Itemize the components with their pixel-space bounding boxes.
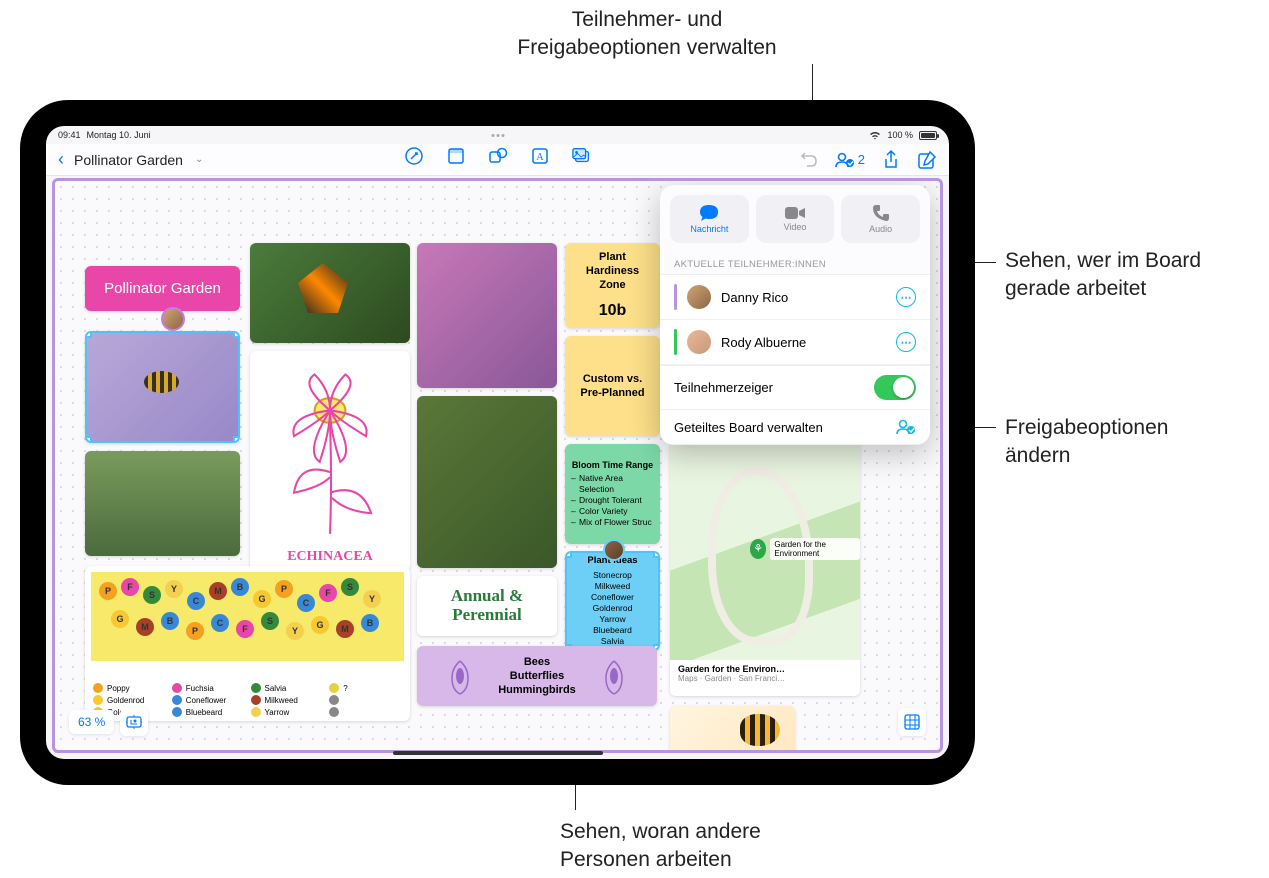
participant-name: Rody Albuerne xyxy=(721,335,806,350)
sketch-echinacea[interactable]: ECHINACEA xyxy=(250,351,410,571)
note-plant-ideas[interactable]: Plant Ideas StonecropMilkweedConeflowerG… xyxy=(565,551,660,651)
popover-audio-button[interactable]: Audio xyxy=(841,195,920,243)
board-title-card[interactable]: Pollinator Garden xyxy=(85,266,240,311)
legend-item: Milkweed xyxy=(251,695,324,705)
popover-section-header: AKTUELLE TEILNEHMER:INNEN xyxy=(660,253,930,274)
status-bar: 09:41 Montag 10. Juni 100 % xyxy=(46,126,949,144)
sketch-label: ECHINACEA xyxy=(250,549,410,565)
popover-message-button[interactable]: Nachricht xyxy=(670,195,749,243)
annotation-cursor: Sehen, woran andere Personen arbeiten xyxy=(560,818,761,875)
freeform-canvas[interactable]: Pollinator Garden EC xyxy=(52,178,943,753)
photo-butterfly[interactable] xyxy=(250,243,410,343)
media-tool-icon[interactable] xyxy=(572,146,592,166)
avatar xyxy=(687,330,711,354)
svg-text:A: A xyxy=(536,152,544,163)
map-footer: Garden for the Environ… Maps · Garden · … xyxy=(670,660,860,696)
title-chevron-icon[interactable]: ⌄ xyxy=(195,154,203,165)
note-bloom[interactable]: Bloom Time Range Native Area SelectionDr… xyxy=(565,444,660,544)
participant-row[interactable]: Danny Rico ⋯ xyxy=(660,274,930,319)
photo-garden-bed[interactable] xyxy=(417,396,557,568)
board-title[interactable]: Pollinator Garden xyxy=(74,152,183,168)
battery-pct: 100 % xyxy=(887,130,913,140)
photo-cosmos[interactable] xyxy=(417,243,557,388)
annotation-top: Teilnehmer- und Freigabeoptionen verwalt… xyxy=(462,6,832,63)
undo-icon[interactable] xyxy=(799,150,819,170)
zoom-percent[interactable]: 63 % xyxy=(69,710,114,734)
annotation-share-options: Freigabeoptionen ändern xyxy=(1005,414,1168,471)
navigator-button[interactable] xyxy=(120,708,148,736)
status-date: Montag 10. Juni xyxy=(87,130,151,140)
photo-groundcover[interactable] xyxy=(85,451,240,556)
photo-bee-selected[interactable] xyxy=(85,331,240,443)
manage-shared-board-row[interactable]: Geteiltes Board verwalten xyxy=(660,409,930,445)
more-icon[interactable]: ⋯ xyxy=(896,287,916,307)
map-pin-icon: ⚘ xyxy=(750,539,767,559)
note-hardiness[interactable]: Plant Hardiness Zone 10b xyxy=(565,243,660,328)
video-icon xyxy=(784,206,806,220)
battery-icon xyxy=(919,131,937,140)
annotation-participants: Sehen, wer im Board gerade arbeitet xyxy=(1005,247,1201,304)
annual-perennial-card[interactable]: Annual & Perennial xyxy=(417,576,557,636)
legend-item: Poppy xyxy=(93,683,166,693)
participant-cursors-toggle-row[interactable]: Teilnehmerzeiger xyxy=(660,365,930,409)
legend-item: Salvia xyxy=(251,683,324,693)
toolbar-center: A xyxy=(404,146,592,166)
participant-name: Danny Rico xyxy=(721,290,788,305)
legend-item: Yarrow xyxy=(251,707,324,717)
collab-count: 2 xyxy=(858,152,865,167)
legend-item: Coneflower xyxy=(172,695,245,705)
legend-item: Bluebeard xyxy=(172,707,245,717)
phone-icon xyxy=(872,204,890,222)
multitask-dots[interactable] xyxy=(491,134,504,137)
back-button[interactable]: ‹ xyxy=(58,149,64,170)
map-card[interactable]: ⚘ Garden for the Environment Garden for … xyxy=(670,441,860,696)
screen: 09:41 Montag 10. Juni 100 % ‹ Pollinator… xyxy=(46,126,949,759)
home-indicator[interactable] xyxy=(393,751,603,755)
popover-video-button[interactable]: Video xyxy=(756,195,835,243)
participant-cursor-avatar xyxy=(161,307,185,331)
text-tool-icon[interactable]: A xyxy=(530,146,550,166)
collaborate-button[interactable]: 2 xyxy=(835,152,865,168)
new-board-icon[interactable] xyxy=(917,150,937,170)
pen-tool-icon[interactable] xyxy=(404,146,424,166)
sticky-tool-icon[interactable] xyxy=(446,146,466,166)
note-custom[interactable]: Custom vs. Pre-Planned xyxy=(565,336,660,436)
message-icon xyxy=(699,204,719,222)
legend-item: Fuchsia xyxy=(172,683,245,693)
toggle-on[interactable] xyxy=(874,375,916,400)
legend-card[interactable]: PFSYCMBGPCFSYGMBPCFSYGMB PoppyFuchsiaSal… xyxy=(85,566,410,721)
status-time: 09:41 xyxy=(58,130,81,140)
grid-button[interactable] xyxy=(898,708,926,736)
map-pin-label: Garden for the Environment xyxy=(770,538,860,560)
shape-tool-icon[interactable] xyxy=(488,146,508,166)
ipad-frame: 09:41 Montag 10. Juni 100 % ‹ Pollinator… xyxy=(20,100,975,785)
more-icon[interactable]: ⋯ xyxy=(896,332,916,352)
wifi-icon xyxy=(869,131,881,140)
participant-cursor-avatar-2 xyxy=(603,539,625,561)
participant-row[interactable]: Rody Albuerne ⋯ xyxy=(660,319,930,365)
collaboration-popover: Nachricht Video Audio xyxy=(660,185,930,445)
share-icon[interactable] xyxy=(881,150,901,170)
legend-item xyxy=(329,695,402,705)
legend-item: ? xyxy=(329,683,402,693)
avatar xyxy=(687,285,711,309)
bees-card[interactable]: Bees Butterflies Hummingbirds xyxy=(417,646,657,706)
collaborate-icon xyxy=(896,419,916,435)
legend-item: Goldenrod xyxy=(93,695,166,705)
toolbar: ‹ Pollinator Garden ⌄ A 2 xyxy=(46,144,949,176)
photo-bee-closeup[interactable] xyxy=(670,706,795,753)
legend-item xyxy=(329,707,402,717)
bees-text: Bees Butterflies Hummingbirds xyxy=(498,655,576,698)
